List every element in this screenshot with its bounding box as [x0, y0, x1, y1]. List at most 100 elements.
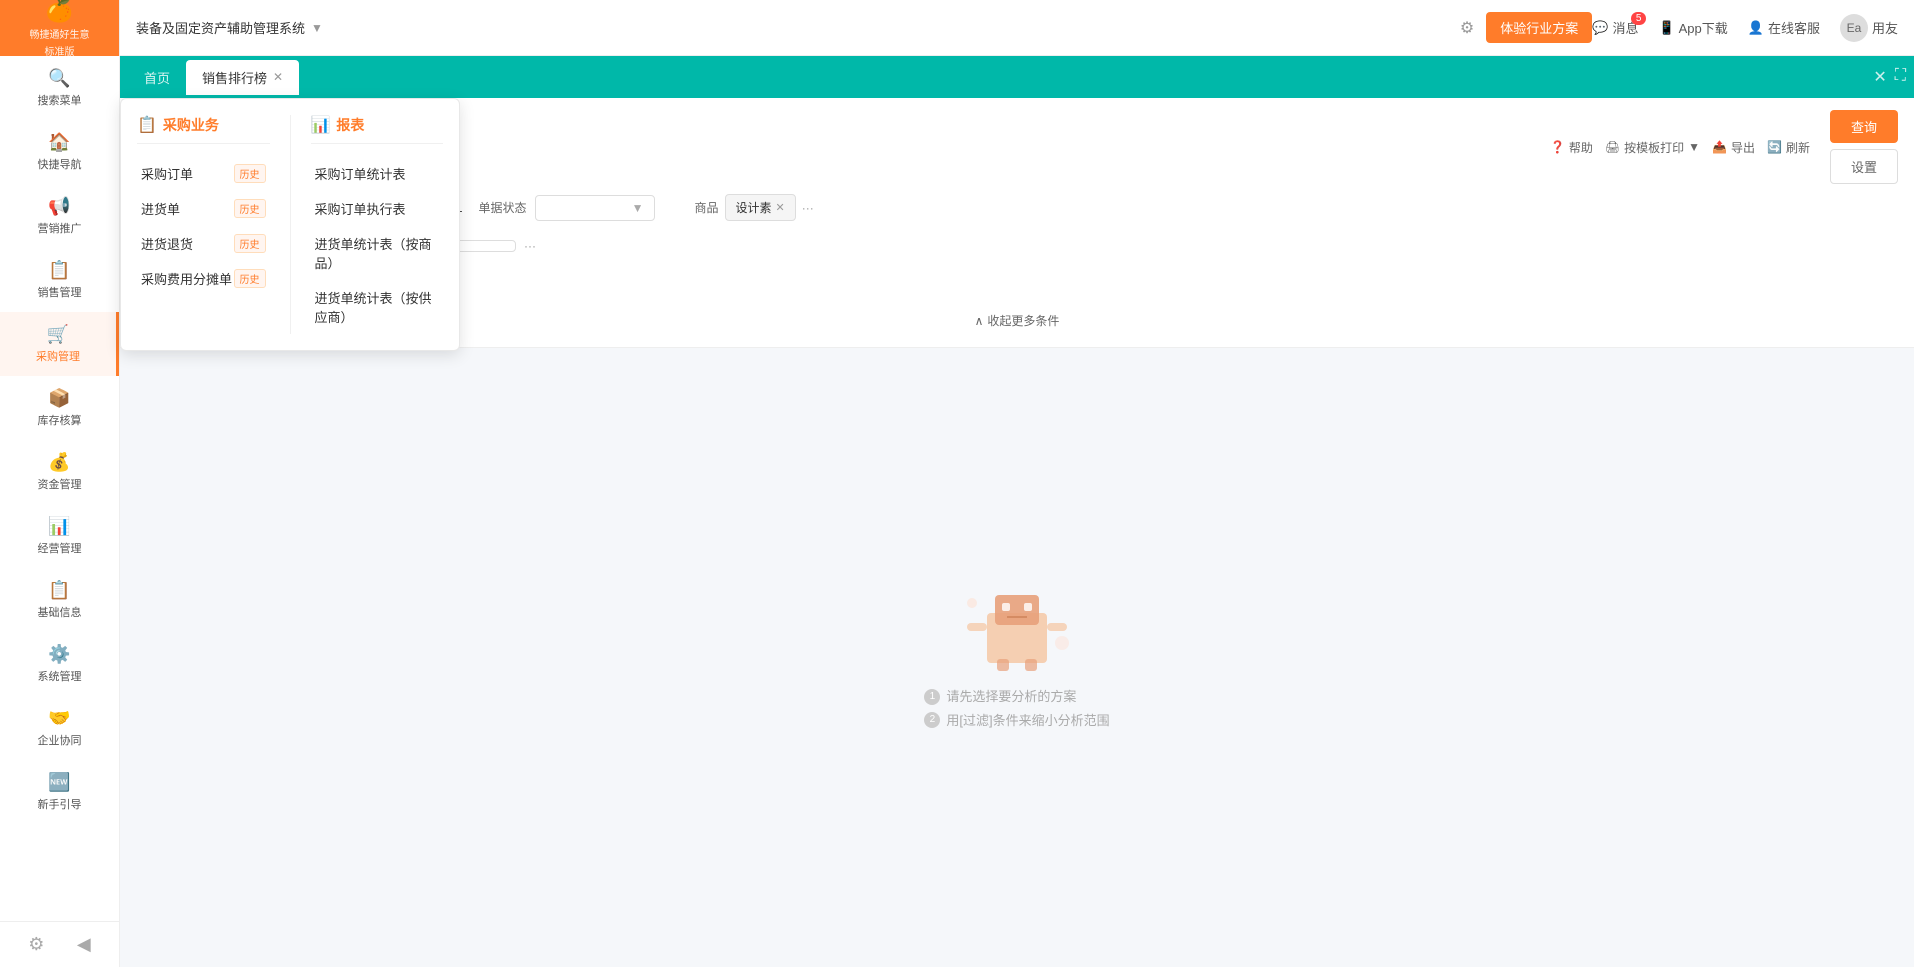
sidebar-item-marketing[interactable]: 📢 营销推广: [0, 184, 119, 248]
template-print-button[interactable]: 🖨 按模板打印 ▼: [1605, 110, 1700, 184]
tab-bar-right: ✕ ⛶: [1873, 67, 1906, 87]
document-status-select[interactable]: ▼: [535, 195, 655, 221]
order-stats-label: 采购订单统计表: [315, 164, 406, 183]
settings-bottom-icon[interactable]: ⚙: [28, 934, 44, 955]
list-icon: 📋: [48, 580, 70, 601]
query-button[interactable]: 查询: [1830, 110, 1898, 143]
help-label: 帮助: [1569, 139, 1593, 156]
sidebar-item-enterprise[interactable]: 🤝 企业协同: [0, 696, 119, 760]
cart-icon: 🛒: [47, 324, 69, 345]
export-button[interactable]: 📤 导出: [1712, 110, 1755, 184]
tab-sales-rank-label: 销售排行榜: [202, 68, 267, 87]
sidebar-item-system[interactable]: ⚙️ 系统管理: [0, 632, 119, 696]
export-label: 导出: [1731, 139, 1755, 156]
refresh-button[interactable]: 🔄 刷新: [1767, 110, 1810, 184]
dropdown-divider: [290, 115, 291, 334]
tab-home[interactable]: 首页: [128, 60, 186, 95]
dropdown-item-return[interactable]: 进货退货 历史: [137, 226, 270, 261]
message-action[interactable]: 💬 消息 5: [1592, 18, 1638, 37]
tab-close-icon[interactable]: ✕: [273, 70, 283, 84]
history-tag-expense: 历史: [234, 269, 266, 288]
sidebar-item-inventory[interactable]: 📦 库存核算: [0, 376, 119, 440]
new-icon: 🆕: [48, 772, 70, 793]
sidebar-item-search[interactable]: 🔍 搜索菜单: [0, 56, 119, 120]
sidebar-item-label: 库存核算: [38, 412, 82, 428]
purchase-business-title: 采购业务: [163, 115, 219, 135]
logo-brand: 畅捷通好生意: [30, 26, 90, 41]
dropdown-col-business: 📋 采购业务 采购订单 历史 进货单 历史 进货退货 历史 采购费用分摊单: [137, 115, 270, 334]
sidebar-item-quicknav[interactable]: 🏠 快捷导航: [0, 120, 119, 184]
template-print-label: 按模板打印: [1624, 139, 1684, 156]
money-icon: 💰: [48, 452, 70, 473]
product-label: 商品: [695, 199, 719, 216]
purchase-business-header: 📋 采购业务: [137, 115, 270, 144]
sidebar-item-label: 新手引导: [38, 796, 82, 812]
chevron-up-icon: ∧: [975, 314, 984, 328]
product-tag-text: 设计素: [736, 199, 772, 216]
solution-button[interactable]: 体验行业方案: [1486, 12, 1592, 43]
dropdown-item-order-stats[interactable]: 采购订单统计表: [311, 156, 444, 191]
report-header: 📊 报表: [311, 115, 444, 144]
chevron-down-icon[interactable]: ▼: [311, 21, 323, 35]
app-download-action[interactable]: 📱 App下载: [1658, 18, 1727, 37]
home-icon: 🏠: [48, 132, 70, 153]
report-title: 报表: [336, 115, 364, 135]
history-tag-receipt: 历史: [234, 199, 266, 218]
tab-home-label: 首页: [144, 68, 170, 87]
dropdown-item-receipt-by-product[interactable]: 进货单统计表（按商品）: [311, 226, 444, 280]
empty-svg-icon: [957, 583, 1077, 673]
tab-maximize-icon[interactable]: ⛶: [1895, 67, 1906, 87]
tip-number-2: 2: [924, 712, 940, 728]
help-button[interactable]: ❓ 帮助: [1550, 110, 1593, 184]
return-label: 进货退货: [141, 234, 193, 253]
empty-state: 1 请先选择要分析的方案 2 用[过滤]条件来缩小分析范围: [120, 348, 1914, 967]
sidebar-item-purchase[interactable]: 🛒 采购管理: [0, 312, 119, 376]
chart-icon: 📊: [48, 516, 70, 537]
tip-text-2: 用[过滤]条件来缩小分析范围: [946, 709, 1109, 732]
sidebar-item-sales[interactable]: 📋 销售管理: [0, 248, 119, 312]
order-exec-label: 采购订单执行表: [315, 199, 406, 218]
user-label: 用友: [1872, 18, 1898, 37]
header-gear-icon[interactable]: ⚙: [1460, 18, 1474, 38]
sidebar-item-finance[interactable]: 💰 资金管理: [0, 440, 119, 504]
dropdown-item-receipt-by-supplier[interactable]: 进货单统计表（按供应商）: [311, 280, 444, 334]
dropdown-item-expense[interactable]: 采购费用分摊单 历史: [137, 261, 270, 296]
tip-number-1: 1: [924, 689, 940, 705]
service-icon: 👤: [1748, 20, 1764, 36]
salesperson-more-dots[interactable]: ···: [524, 239, 536, 253]
user-action[interactable]: Ea 用友: [1840, 14, 1898, 42]
refresh-icon: 🔄: [1767, 140, 1782, 154]
tip-item-1: 1 请先选择要分析的方案: [924, 685, 1109, 708]
product-tag-remove[interactable]: ✕: [776, 201, 785, 214]
tab-sales-rank[interactable]: 销售排行榜 ✕: [186, 60, 299, 95]
sidebar-item-label: 系统管理: [38, 668, 82, 684]
gear-icon: ⚙️: [48, 644, 70, 665]
app-download-label: App下载: [1679, 18, 1728, 37]
export-icon: 📤: [1712, 140, 1727, 154]
box-icon: 📦: [48, 388, 70, 409]
receipt-product-label: 进货单统计表（按商品）: [315, 234, 440, 272]
sidebar-item-guide[interactable]: 🆕 新手引导: [0, 760, 119, 824]
dropdown-item-order-exec[interactable]: 采购订单执行表: [311, 191, 444, 226]
message-icon: 💬: [1592, 20, 1608, 36]
document-status-filter: 单据状态 ▼: [479, 195, 679, 221]
online-service-action[interactable]: 👤 在线客服: [1748, 18, 1820, 37]
product-more-dots[interactable]: ···: [802, 201, 814, 215]
sidebar-item-operation[interactable]: 📊 经营管理: [0, 504, 119, 568]
tab-minimize-icon[interactable]: ✕: [1873, 67, 1886, 87]
dropdown-item-purchase-order[interactable]: 采购订单 历史: [137, 156, 270, 191]
empty-tips: 1 请先选择要分析的方案 2 用[过滤]条件来缩小分析范围: [924, 685, 1109, 732]
online-service-label: 在线客服: [1768, 18, 1820, 37]
dropdown-item-receipt[interactable]: 进货单 历史: [137, 191, 270, 226]
refresh-label: 刷新: [1786, 139, 1810, 156]
tip-text-1: 请先选择要分析的方案: [946, 685, 1076, 708]
history-tag-return: 历史: [234, 234, 266, 253]
set-button[interactable]: 设置: [1830, 149, 1898, 184]
sidebar-logo: 🍊 畅捷通好生意 标准版: [0, 0, 119, 56]
sidebar-item-basic[interactable]: 📋 基础信息: [0, 568, 119, 632]
megaphone-icon: 📢: [48, 196, 70, 217]
collapse-sidebar-icon[interactable]: ◀: [77, 934, 91, 955]
sidebar-item-label: 资金管理: [38, 476, 82, 492]
document-status-label: 单据状态: [479, 199, 527, 216]
system-name: 装备及固定资产辅助管理系统 ▼: [136, 18, 1450, 37]
